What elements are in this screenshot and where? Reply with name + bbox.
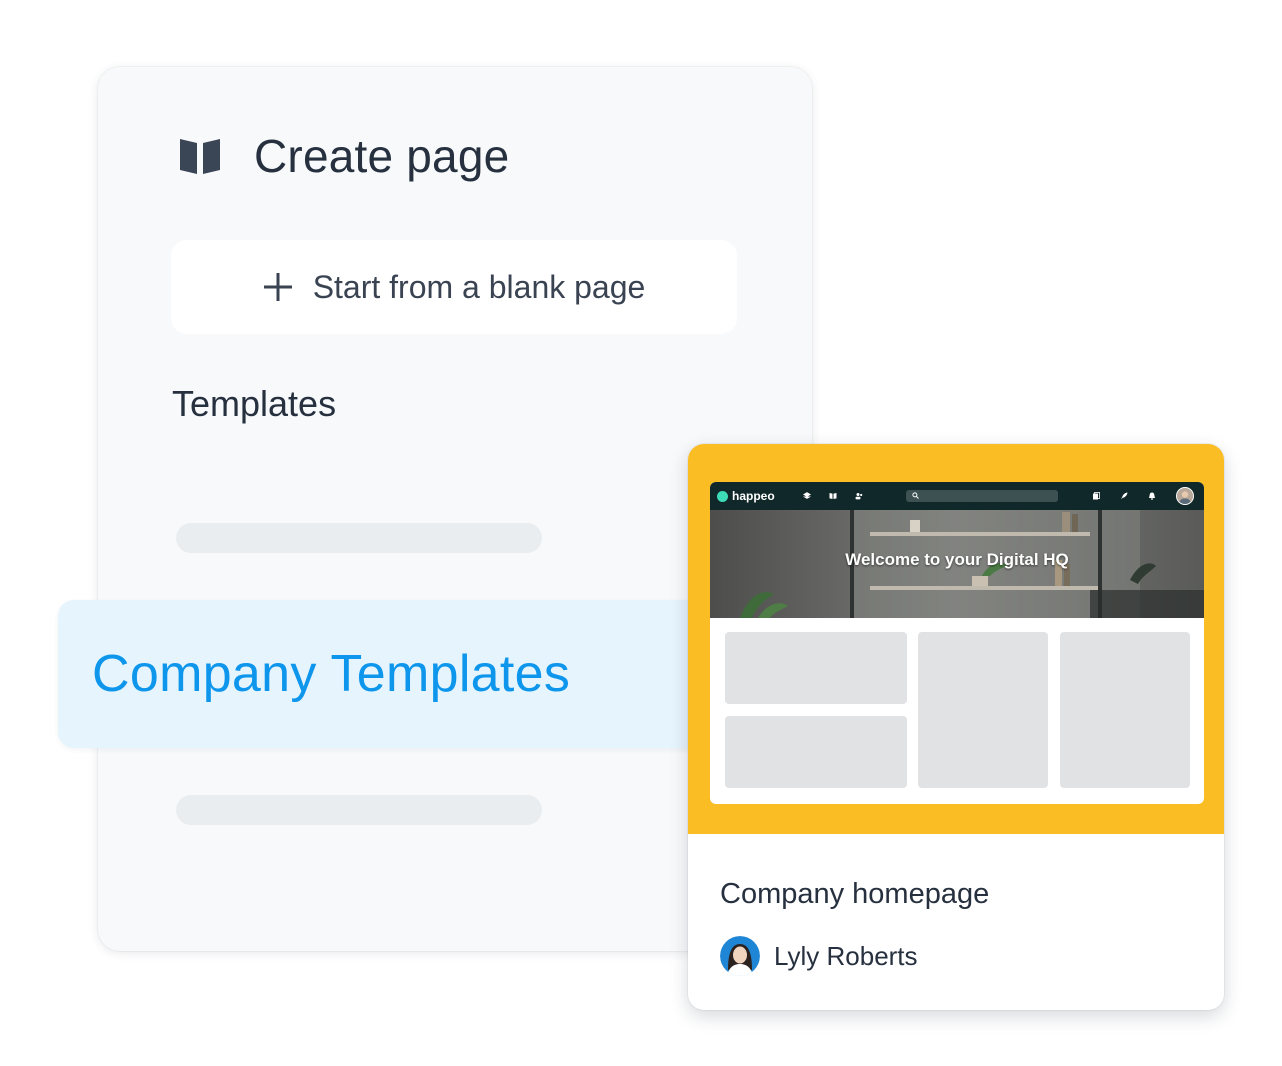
company-templates-item[interactable]: Company Templates bbox=[58, 600, 758, 748]
book-icon bbox=[829, 493, 837, 499]
preview-avatar bbox=[1176, 487, 1194, 505]
start-blank-page-label: Start from a blank page bbox=[312, 268, 646, 305]
book-open-icon bbox=[180, 139, 220, 174]
template-thumbnail: happeo Welcome to your Digital HQ bbox=[688, 444, 1224, 834]
search-icon bbox=[912, 492, 919, 499]
preview-hero-banner: Welcome to your Digital HQ bbox=[710, 510, 1204, 618]
rocket-icon bbox=[1121, 492, 1128, 499]
preview-content-block bbox=[1060, 632, 1190, 788]
preview-navbar: happeo bbox=[710, 482, 1204, 510]
preview-hero-text: Welcome to your Digital HQ bbox=[845, 550, 1069, 569]
preview-content-block bbox=[918, 632, 1048, 788]
templates-heading: Templates bbox=[172, 383, 337, 424]
preview-content-block bbox=[725, 632, 907, 704]
panel-header: Create page bbox=[178, 129, 509, 183]
start-blank-page-button[interactable]: Start from a blank page bbox=[171, 240, 737, 334]
template-author: Lyly Roberts bbox=[720, 936, 918, 976]
pages-icon bbox=[1093, 492, 1100, 500]
bell-icon bbox=[1149, 492, 1155, 500]
template-card-company-homepage[interactable]: happeo Welcome to your Digital HQ Compan… bbox=[688, 444, 1224, 1010]
preview-content-block bbox=[725, 716, 907, 788]
layers-icon bbox=[802, 492, 811, 499]
template-card-info: Company homepage Lyly Roberts bbox=[688, 834, 1224, 1010]
preview-search-bar bbox=[906, 490, 1058, 502]
user-photo-icon bbox=[1177, 488, 1193, 504]
page-title: Create page bbox=[254, 130, 510, 182]
template-preview-window: happeo Welcome to your Digital HQ bbox=[710, 482, 1204, 804]
plus-icon bbox=[263, 273, 292, 301]
preview-brand: happeo bbox=[732, 489, 775, 503]
people-icon bbox=[855, 493, 862, 500]
template-title: Company homepage bbox=[720, 878, 990, 910]
author-photo-icon bbox=[720, 936, 760, 976]
template-category-placeholder[interactable] bbox=[176, 523, 542, 553]
template-category-placeholder[interactable] bbox=[176, 795, 542, 825]
company-templates-label: Company Templates bbox=[92, 645, 571, 703]
author-avatar bbox=[720, 936, 760, 976]
happeo-logo-icon bbox=[717, 490, 728, 502]
author-name: Lyly Roberts bbox=[774, 940, 918, 971]
